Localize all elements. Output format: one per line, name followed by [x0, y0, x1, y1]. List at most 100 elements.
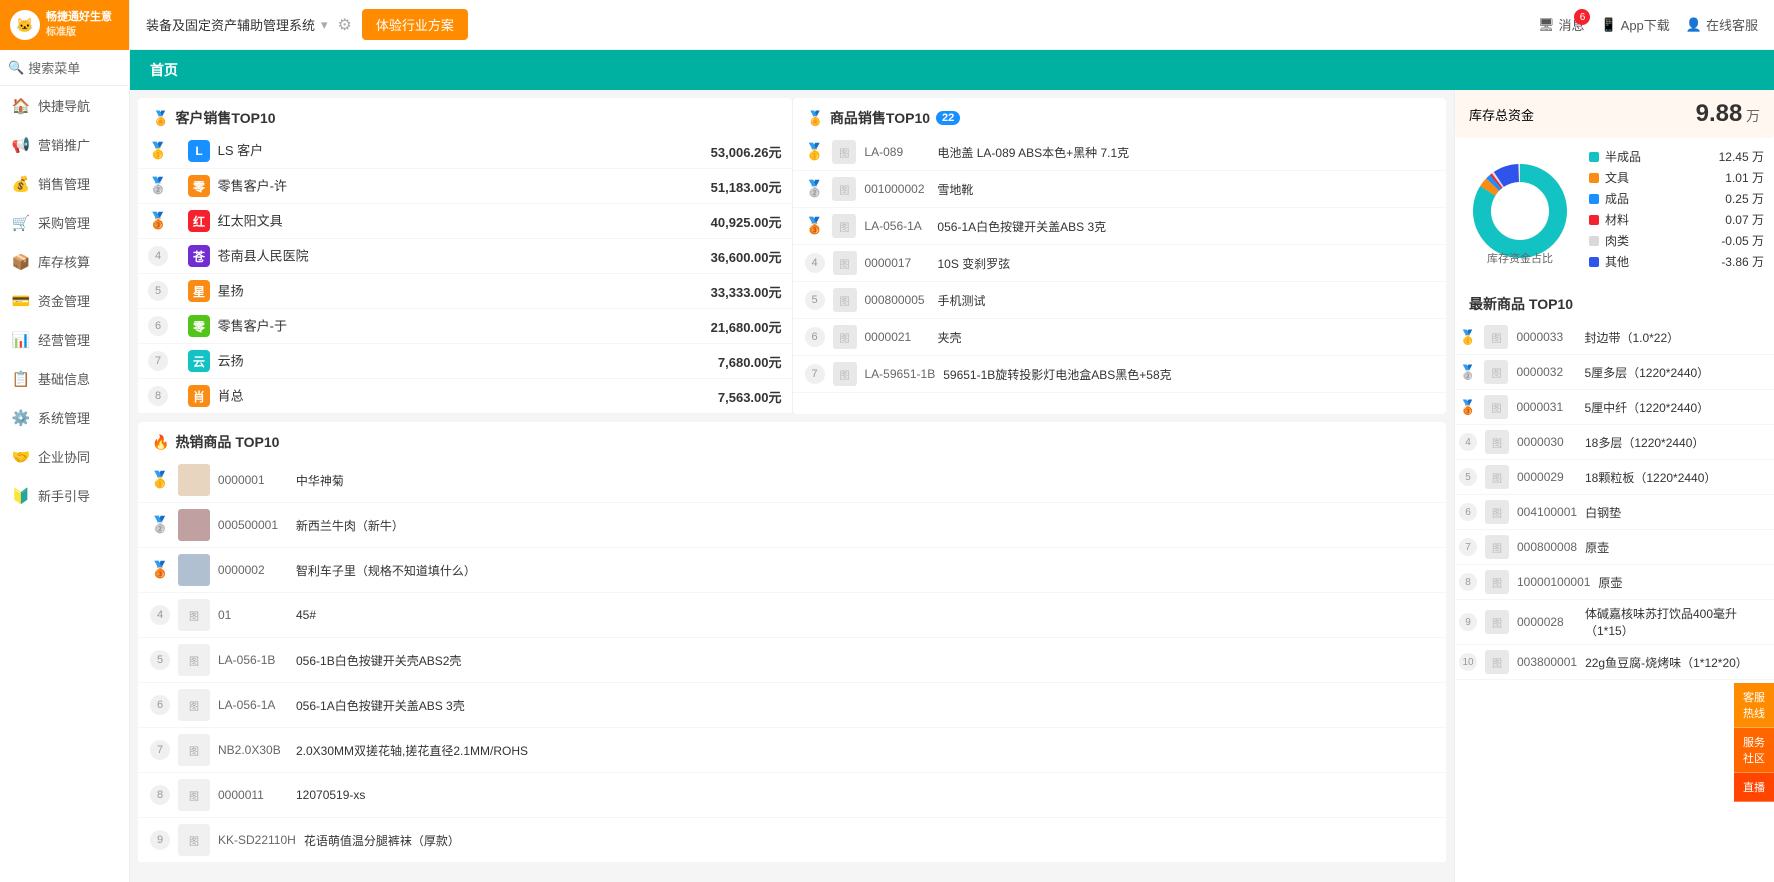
sidebar-item-operations[interactable]: 📊 经营管理: [0, 320, 129, 359]
float-customer-service[interactable]: 客服热线: [1734, 683, 1774, 728]
inventory-summary: 库存总资金 9.88 万: [1455, 90, 1774, 138]
sidebar-item-inventory[interactable]: 📦 库存核算: [0, 242, 129, 281]
new-products-list: 🥇 图 0000033 封边带（1.0*22） 🥈 图 0000032 5厘多层…: [1455, 320, 1774, 680]
tab-home[interactable]: 首页: [130, 50, 198, 90]
table-row: 7 云 云扬 7,680.00元: [138, 344, 792, 379]
list-item: 7 图 LA-59651-1B 59651-1B旋转投影灯电池盒ABS黑色+58…: [793, 356, 1447, 393]
search-menu[interactable]: 🔍 搜索菜单: [0, 50, 129, 86]
hot-product-row: 4 图 01 45#: [138, 593, 1446, 638]
settings-icon[interactable]: ⚙: [338, 15, 352, 35]
marketing-icon: 📢: [12, 136, 30, 154]
sidebar-item-enterprise[interactable]: 🤝 企业协同: [0, 437, 129, 476]
product-thumbnail: 图: [178, 779, 210, 811]
new-product-thumbnail: 图: [1484, 360, 1508, 384]
float-service-community[interactable]: 服务社区: [1734, 728, 1774, 773]
new-products-title: 最新商品 TOP10: [1455, 284, 1774, 320]
app-download-button[interactable]: 📱 App下载: [1600, 15, 1669, 34]
legend-item: 成品 0.25 万: [1589, 190, 1764, 207]
new-product-thumbnail: 图: [1485, 610, 1509, 634]
hot-product-row: 🥇 0000001 中华神菊: [138, 458, 1446, 503]
inventory-chart-area: 库存资金占比 半成品 12.45 万 文具 1.01 万 成品 0.25 万 材…: [1455, 148, 1774, 284]
new-product-thumbnail: 图: [1485, 430, 1509, 454]
donut-chart: 库存资金占比: [1465, 156, 1575, 266]
new-product-thumbnail: 图: [1485, 535, 1509, 559]
hot-product-row: 7 图 NB2.0X30B 2.0X30MM双搓花轴,搓花直径2.1MM/ROH…: [138, 728, 1446, 773]
right-column: 库存总资金 9.88 万: [1454, 90, 1774, 882]
sidebar-item-quick-nav[interactable]: 🏠 快捷导航: [0, 86, 129, 125]
sidebar-item-system[interactable]: ⚙️ 系统管理: [0, 398, 129, 437]
list-item: 4 图 0000017 10S 变刹罗弦: [793, 245, 1447, 282]
new-product-row: 5 图 0000029 18颗粒板（1220*2440）: [1455, 460, 1774, 495]
new-product-thumbnail: 图: [1485, 650, 1509, 674]
trial-button[interactable]: 体验行业方案: [362, 9, 468, 40]
chevron-down-icon: ▾: [321, 17, 328, 33]
online-service-button[interactable]: 👤 在线客服: [1686, 15, 1758, 34]
hot-product-row: 8 图 0000011 12070519-xs: [138, 773, 1446, 818]
newbie-icon: 🔰: [12, 487, 30, 505]
main-content: 🏅 客户销售TOP10 🥇 L LS 客户 53,006.26元 🥈 零 零售客…: [130, 90, 1774, 882]
sidebar-item-sales[interactable]: 💰 销售管理: [0, 164, 129, 203]
new-product-thumbnail: 图: [1485, 465, 1509, 489]
hot-product-row: 6 图 LA-056-1A 056-1A白色按键开关盖ABS 3壳: [138, 683, 1446, 728]
inventory-icon: 📦: [12, 253, 30, 271]
float-live[interactable]: 直播: [1734, 773, 1774, 802]
message-icon: 🖥: [1538, 17, 1555, 33]
new-product-row: 7 图 000800008 原壶: [1455, 530, 1774, 565]
main-area: 装备及固定资产辅助管理系统 ▾ ⚙ 体验行业方案 🖥 消息 6 📱 App下载 …: [130, 0, 1774, 882]
legend-item: 肉类 -0.05 万: [1589, 232, 1764, 249]
product-count-badge: 22: [936, 111, 960, 125]
table-row: 5 星 星扬 33,333.00元: [138, 274, 792, 309]
new-product-row: 4 图 0000030 18多层（1220*2440）: [1455, 425, 1774, 460]
message-badge: 6: [1574, 9, 1590, 25]
customer-top10-title: 🏅 客户销售TOP10: [138, 98, 792, 134]
list-item: 6 图 0000021 夹壳: [793, 319, 1447, 356]
product-thumbnail: 图: [178, 824, 210, 856]
list-item: 5 图 000800005 手机测试: [793, 282, 1447, 319]
sidebar-item-basic-info[interactable]: 📋 基础信息: [0, 359, 129, 398]
new-product-thumbnail: 图: [1484, 395, 1508, 419]
product-thumbnail: [178, 554, 210, 586]
table-row: 🥈 零 零售客户-许 51,183.00元: [138, 169, 792, 204]
sidebar-item-finance[interactable]: 💳 资金管理: [0, 281, 129, 320]
new-product-row: 6 图 004100001 白钢垫: [1455, 495, 1774, 530]
legend-item: 文具 1.01 万: [1589, 169, 1764, 186]
new-product-row: 🥉 图 0000031 5厘中纤（1220*2440）: [1455, 390, 1774, 425]
legend-item: 材料 0.07 万: [1589, 211, 1764, 228]
new-product-row: 🥇 图 0000033 封边带（1.0*22）: [1455, 320, 1774, 355]
list-item: 🥉 图 LA-056-1A 056-1A白色按键开关盖ABS 3克: [793, 208, 1447, 245]
sidebar-item-newbie[interactable]: 🔰 新手引导: [0, 476, 129, 515]
sidebar: 🐱 畅捷通好生意 标准版 🔍 搜索菜单 🏠 快捷导航 📢 营销推广 💰 销售管理…: [0, 0, 130, 882]
customer-rank-table: 🥇 L LS 客户 53,006.26元 🥈 零 零售客户-许 51,183.0…: [138, 134, 792, 414]
topbar-right: 🖥 消息 6 📱 App下载 👤 在线客服: [1538, 15, 1758, 34]
new-product-thumbnail: 图: [1485, 500, 1509, 524]
operations-icon: 📊: [12, 331, 30, 349]
hot-products-list: 🥇 0000001 中华神菊 🥈 000500001 新西兰牛肉（新牛） 🥉 0…: [138, 458, 1446, 863]
hot-product-row: 9 图 KK-SD22110H 花语萌值温分腿裤袜（厚款）: [138, 818, 1446, 863]
legend-dot: [1589, 215, 1599, 225]
new-product-row: 9 图 0000028 体碱嘉核味苏打饮品400毫升（1*15）: [1455, 600, 1774, 645]
legend-dot: [1589, 257, 1599, 267]
system-icon: ⚙️: [12, 409, 30, 427]
product-thumbnail: 图: [178, 644, 210, 676]
legend-dot: [1589, 152, 1599, 162]
home-icon: 🏠: [12, 97, 30, 115]
service-icon: 👤: [1686, 17, 1702, 33]
sidebar-item-purchase[interactable]: 🛒 采购管理: [0, 203, 129, 242]
inventory-legend: 半成品 12.45 万 文具 1.01 万 成品 0.25 万 材料 0.07 …: [1575, 148, 1764, 274]
hot-product-row: 🥉 0000002 智利车子里（规格不知道填什么）: [138, 548, 1446, 593]
messages-button[interactable]: 🖥 消息 6: [1538, 15, 1585, 34]
new-product-row: 🥈 图 0000032 5厘多层（1220*2440）: [1455, 355, 1774, 390]
logo-icon: 🐱: [10, 10, 40, 40]
sidebar-item-marketing[interactable]: 📢 营销推广: [0, 125, 129, 164]
table-row: 4 苍 苍南县人民医院 36,600.00元: [138, 239, 792, 274]
system-selector[interactable]: 装备及固定资产辅助管理系统 ▾: [146, 15, 328, 34]
legend-dot: [1589, 236, 1599, 246]
product-sales-top10-card: 🏅 商品销售TOP10 22 🥇 图 LA-089 电池盖 LA-089 ABS…: [793, 98, 1447, 414]
product-thumbnail: 图: [178, 599, 210, 631]
legend-dot: [1589, 194, 1599, 204]
table-row: 6 零 零售客户-于 21,680.00元: [138, 309, 792, 344]
inventory-label: 库存总资金: [1469, 105, 1534, 124]
product-sales-list: 🥇 图 LA-089 电池盖 LA-089 ABS本色+黑种 7.1克 🥈 图 …: [793, 134, 1447, 393]
product-thumbnail: 图: [178, 734, 210, 766]
tab-nav: 首页: [130, 50, 1774, 90]
